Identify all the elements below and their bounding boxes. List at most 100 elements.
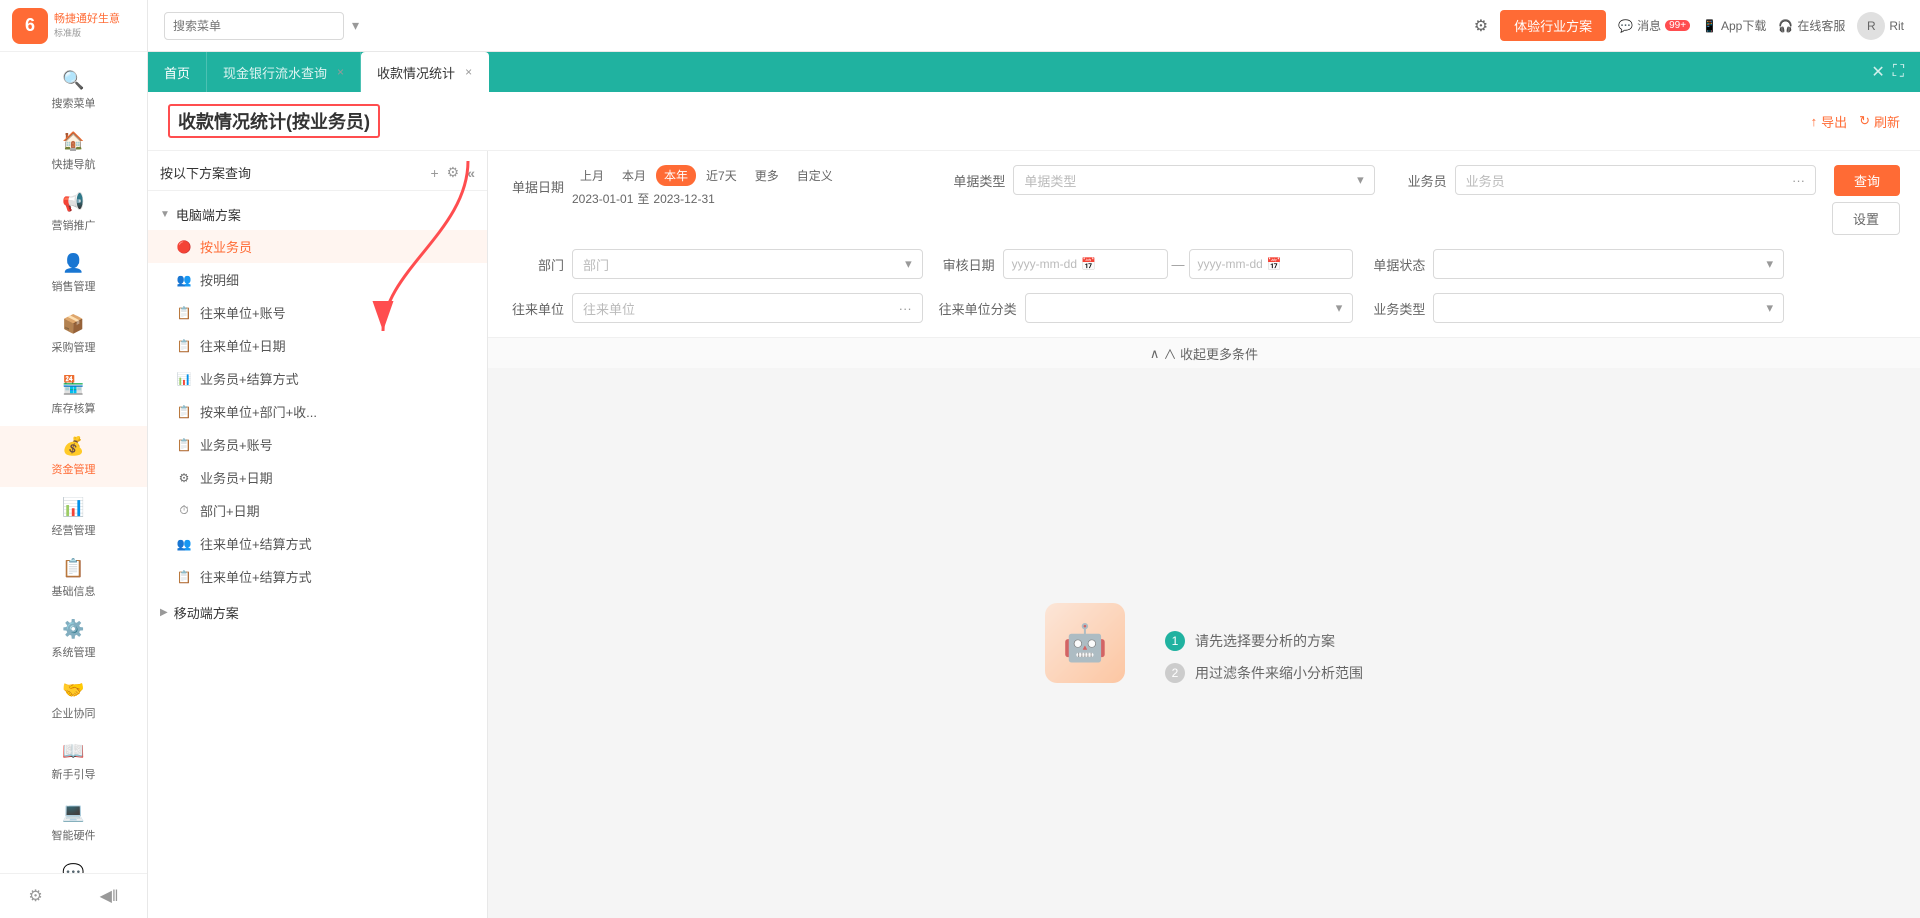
sidebar-item-guide[interactable]: 📖 新手引导: [0, 731, 147, 792]
step-2-number: 2: [1165, 663, 1185, 683]
tab-expand-btn[interactable]: ⛶: [1893, 63, 1904, 81]
avatar: R: [1857, 12, 1885, 40]
counterparty-select[interactable]: 往来单位 ···: [572, 293, 923, 323]
filter-section: 单据日期 上月 本月 本年 近7天 更多 自定义: [488, 151, 1920, 368]
sidebar-item-label: 资金管理: [52, 461, 96, 477]
scheme-group-header-desktop[interactable]: ▼ 电脑端方案: [148, 199, 487, 230]
date-this-month-btn[interactable]: 本月: [614, 165, 654, 186]
collapse-sidebar-btn[interactable]: ◀‖: [96, 882, 123, 910]
sidebar-item-wechat[interactable]: 💬 企业微信: [0, 853, 147, 873]
result-content: 🤖 1 请先选择要分析的方案 2 用过滤条件来缩小分析范围: [1045, 603, 1363, 683]
dept-select[interactable]: 部门 ▾: [572, 249, 923, 279]
logo-text-block: 畅捷通好生意 标准版: [54, 12, 120, 39]
user-avatar[interactable]: R Rit: [1857, 12, 1904, 40]
scheme-item-icon: 📋: [176, 569, 192, 585]
scheme-settings-btn[interactable]: ⚙: [447, 164, 460, 181]
tab-close-all-btn[interactable]: ✕: [1871, 62, 1884, 82]
scheme-item-icon: 📋: [176, 404, 192, 420]
audit-date-end[interactable]: yyyy-mm-dd 📅: [1189, 249, 1354, 279]
bill-type-select[interactable]: 单据类型 ▾: [1013, 165, 1374, 195]
sidebar-item-label: 搜索菜单: [52, 95, 96, 111]
sidebar-item-search[interactable]: 🔍 搜索菜单: [0, 60, 147, 121]
sidebar-item-baseinfo[interactable]: 📋 基础信息: [0, 548, 147, 609]
sidebar-item-hardware[interactable]: 💻 智能硬件: [0, 792, 147, 853]
sidebar-item-sales[interactable]: 👤 销售管理: [0, 243, 147, 304]
scheme-item-counterparty-settlement1[interactable]: 👥 往来单位+结算方式: [148, 527, 487, 560]
sidebar-item-purchase[interactable]: 📦 采购管理: [0, 304, 147, 365]
search-input[interactable]: [164, 12, 344, 40]
scheme-collapse-btn[interactable]: «: [467, 164, 475, 181]
sidebar-item-inventory[interactable]: 🏪 库存核算: [0, 365, 147, 426]
bill-status-select[interactable]: ▾: [1433, 249, 1784, 279]
scheme-group-header-mobile[interactable]: ▶ 移动端方案: [148, 597, 487, 628]
baseinfo-icon: 📋: [62, 558, 84, 579]
scheme-group-desktop: ▼ 电脑端方案 🔴 按业务员 👥 按明细 📋: [148, 199, 487, 593]
settings-button[interactable]: 设置: [1832, 202, 1900, 235]
bill-type-chevron: ▾: [1357, 172, 1364, 188]
date-last7days-btn[interactable]: 近7天: [698, 165, 745, 186]
calendar-icon-end: 📅: [1267, 257, 1282, 271]
date-custom-btn[interactable]: 自定义: [789, 165, 841, 186]
enterprise-icon: 🤝: [62, 680, 84, 701]
scheme-add-btn[interactable]: +: [430, 164, 438, 181]
bill-status-chevron: ▾: [1766, 256, 1773, 272]
scheme-item-by-salesperson[interactable]: 🔴 按业务员: [148, 230, 487, 263]
sidebar-item-quick-nav[interactable]: 🏠 快捷导航: [0, 121, 147, 182]
result-area: 🤖 1 请先选择要分析的方案 2 用过滤条件来缩小分析范围: [488, 368, 1920, 918]
scheme-item-counterparty-date[interactable]: 📋 往来单位+日期: [148, 329, 487, 362]
date-last-month-btn[interactable]: 上月: [572, 165, 612, 186]
query-button[interactable]: 查询: [1834, 165, 1900, 196]
filter-field-salesperson: 业务员 业务员 ···: [1391, 165, 1816, 195]
audit-date-start[interactable]: yyyy-mm-dd 📅: [1003, 249, 1168, 279]
filter-action-buttons: 查询 设置: [1832, 165, 1900, 235]
scheme-item-by-counterparty-dept[interactable]: 📋 按来单位+部门+收...: [148, 395, 487, 428]
scheme-item-salesperson-settlement[interactable]: 📊 业务员+结算方式: [148, 362, 487, 395]
sidebar-item-operation[interactable]: 📊 经营管理: [0, 487, 147, 548]
settings-bottom-btn[interactable]: ⚙: [24, 882, 46, 910]
scheme-item-label: 往来单位+结算方式: [200, 567, 312, 586]
page-title-bar: 收款情况统计(按业务员) ↑ 导出 ↻ 刷新: [148, 92, 1920, 151]
purchase-icon: 📦: [62, 314, 84, 335]
scheme-item-by-detail[interactable]: 👥 按明细: [148, 263, 487, 296]
app-download-btn[interactable]: 📱 App下载: [1702, 17, 1766, 34]
sidebar-item-finance[interactable]: 💰 资金管理: [0, 426, 147, 487]
salesperson-more-btn[interactable]: ···: [1792, 173, 1805, 188]
scheme-item-counterparty-settlement2[interactable]: 📋 往来单位+结算方式: [148, 560, 487, 593]
logo-badge: 标准版: [54, 26, 120, 39]
tab-collection[interactable]: 收款情况统计 ×: [361, 52, 489, 92]
scheme-item-counterparty-account[interactable]: 📋 往来单位+账号: [148, 296, 487, 329]
header-dropdown-btn[interactable]: ▾: [352, 17, 359, 34]
scheme-panel: 按以下方案查询 + ⚙ « ▼ 电脑端方案: [148, 151, 488, 918]
sidebar-item-system[interactable]: ⚙️ 系统管理: [0, 609, 147, 670]
counterparty-category-select[interactable]: ▾: [1025, 293, 1354, 323]
tab-collection-close[interactable]: ×: [465, 65, 472, 79]
bill-status-label: 单据状态: [1369, 255, 1425, 274]
tab-home[interactable]: 首页: [148, 52, 207, 92]
customer-service-btn[interactable]: 🎧 在线客服: [1778, 17, 1845, 34]
scheme-item-salesperson-date[interactable]: ⚙ 业务员+日期: [148, 461, 487, 494]
tab-bank-flow-close[interactable]: ×: [337, 65, 344, 79]
export-icon: ↑: [1811, 114, 1818, 129]
sidebar-item-enterprise[interactable]: 🤝 企业协同: [0, 670, 147, 731]
salesperson-select[interactable]: 业务员 ···: [1455, 165, 1816, 195]
date-start-value: 2023-01-01: [572, 192, 633, 206]
trial-button[interactable]: 体验行业方案: [1500, 10, 1606, 41]
date-field-control: 上月 本月 本年 近7天 更多 自定义 2023-01-01: [572, 165, 933, 207]
filter-field-counterparty: 往来单位 往来单位 ···: [508, 293, 923, 323]
tab-bank-flow[interactable]: 现金银行流水查询 ×: [207, 52, 361, 92]
collapse-more-btn[interactable]: ∧ ∧ 收起更多条件: [488, 337, 1920, 369]
message-btn[interactable]: 💬 消息 99+: [1618, 17, 1690, 34]
date-more-btn[interactable]: 更多: [747, 165, 787, 186]
refresh-button[interactable]: ↻ 刷新: [1859, 112, 1900, 131]
gear-icon[interactable]: ⚙: [1474, 16, 1488, 36]
business-type-select[interactable]: ▾: [1433, 293, 1784, 323]
export-button[interactable]: ↑ 导出: [1811, 112, 1848, 131]
scheme-item-dept-date[interactable]: ⏱ 部门+日期: [148, 494, 487, 527]
counterparty-more-btn[interactable]: ···: [899, 301, 912, 316]
sidebar-item-marketing[interactable]: 📢 营销推广: [0, 182, 147, 243]
dept-chevron: ▾: [905, 256, 912, 272]
collapse-bar[interactable]: ∧ ∧ 收起更多条件: [508, 337, 1900, 369]
refresh-label: 刷新: [1874, 112, 1900, 131]
scheme-item-salesperson-account[interactable]: 📋 业务员+账号: [148, 428, 487, 461]
date-this-year-btn[interactable]: 本年: [656, 165, 696, 186]
